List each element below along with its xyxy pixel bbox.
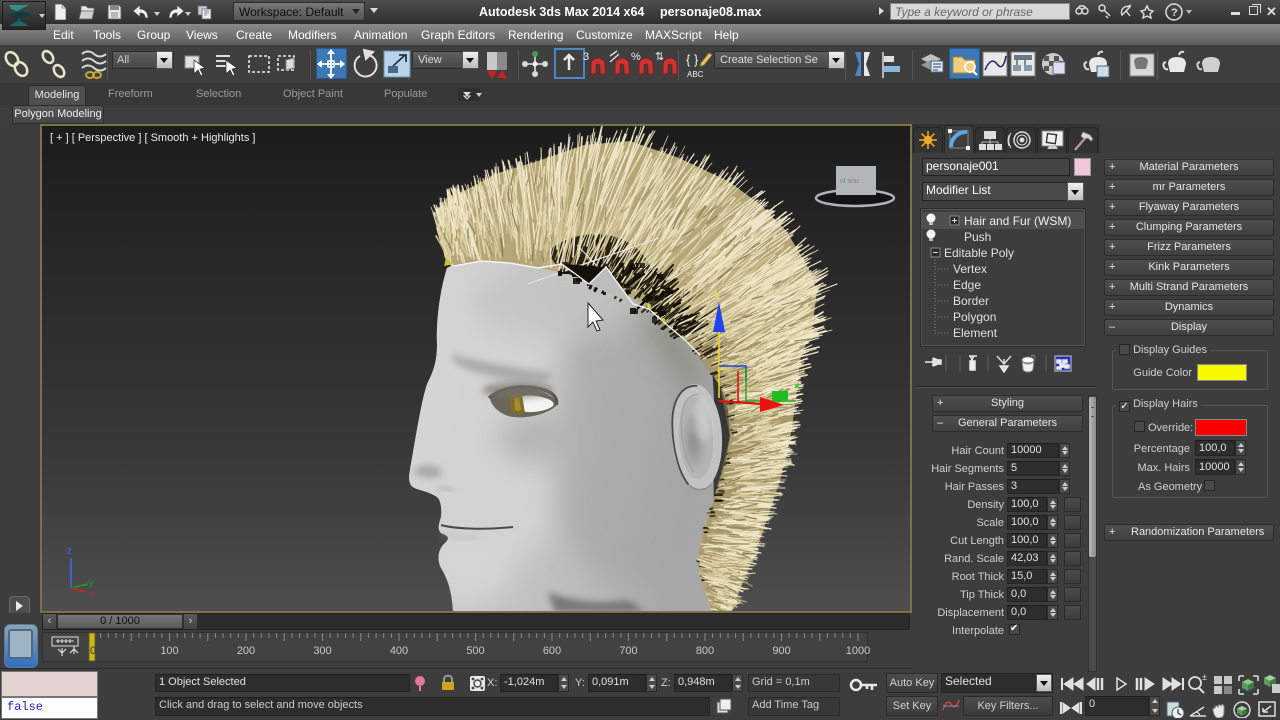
svg-text:500: 500 (466, 645, 484, 657)
svg-text:700: 700 (619, 645, 637, 657)
svg-text:ABC: ABC (687, 70, 704, 79)
svg-text:1000: 1000 (846, 645, 870, 657)
svg-text:z: z (714, 289, 720, 301)
svg-text:⇅: ⇅ (655, 51, 664, 63)
svg-text:Push: Push (964, 230, 991, 244)
svg-text:Editable Poly: Editable Poly (944, 246, 1014, 260)
svg-text:±: ± (1202, 672, 1207, 682)
svg-text:Hair and Fur (WSM): Hair and Fur (WSM) (964, 214, 1071, 228)
svg-text:[ + ] [ Perspective ] [ Smooth: [ + ] [ Perspective ] [ Smooth + Highlig… (50, 132, 255, 144)
svg-text:x: x (89, 588, 94, 598)
svg-text:{ }: { } (686, 52, 699, 67)
svg-text:3: 3 (583, 51, 589, 63)
svg-text:600: 600 (543, 645, 561, 657)
svg-text:ni snu: ni snu (840, 178, 859, 185)
svg-text:0: 0 (90, 645, 96, 657)
svg-text:900: 900 (772, 645, 790, 657)
svg-text:800: 800 (696, 645, 714, 657)
svg-text:300: 300 (313, 645, 331, 657)
svg-text:y: y (89, 577, 94, 587)
svg-text:Polygon: Polygon (953, 310, 996, 324)
svg-text:Element: Element (953, 326, 998, 340)
svg-text:%: % (631, 51, 641, 63)
svg-text:400: 400 (390, 645, 408, 657)
svg-text:100: 100 (160, 645, 178, 657)
svg-text:Vertex: Vertex (953, 262, 987, 276)
svg-text:z: z (67, 546, 72, 557)
svg-text:Edge: Edge (953, 278, 981, 292)
svg-text:Border: Border (953, 294, 989, 308)
svg-text:200: 200 (237, 645, 255, 657)
